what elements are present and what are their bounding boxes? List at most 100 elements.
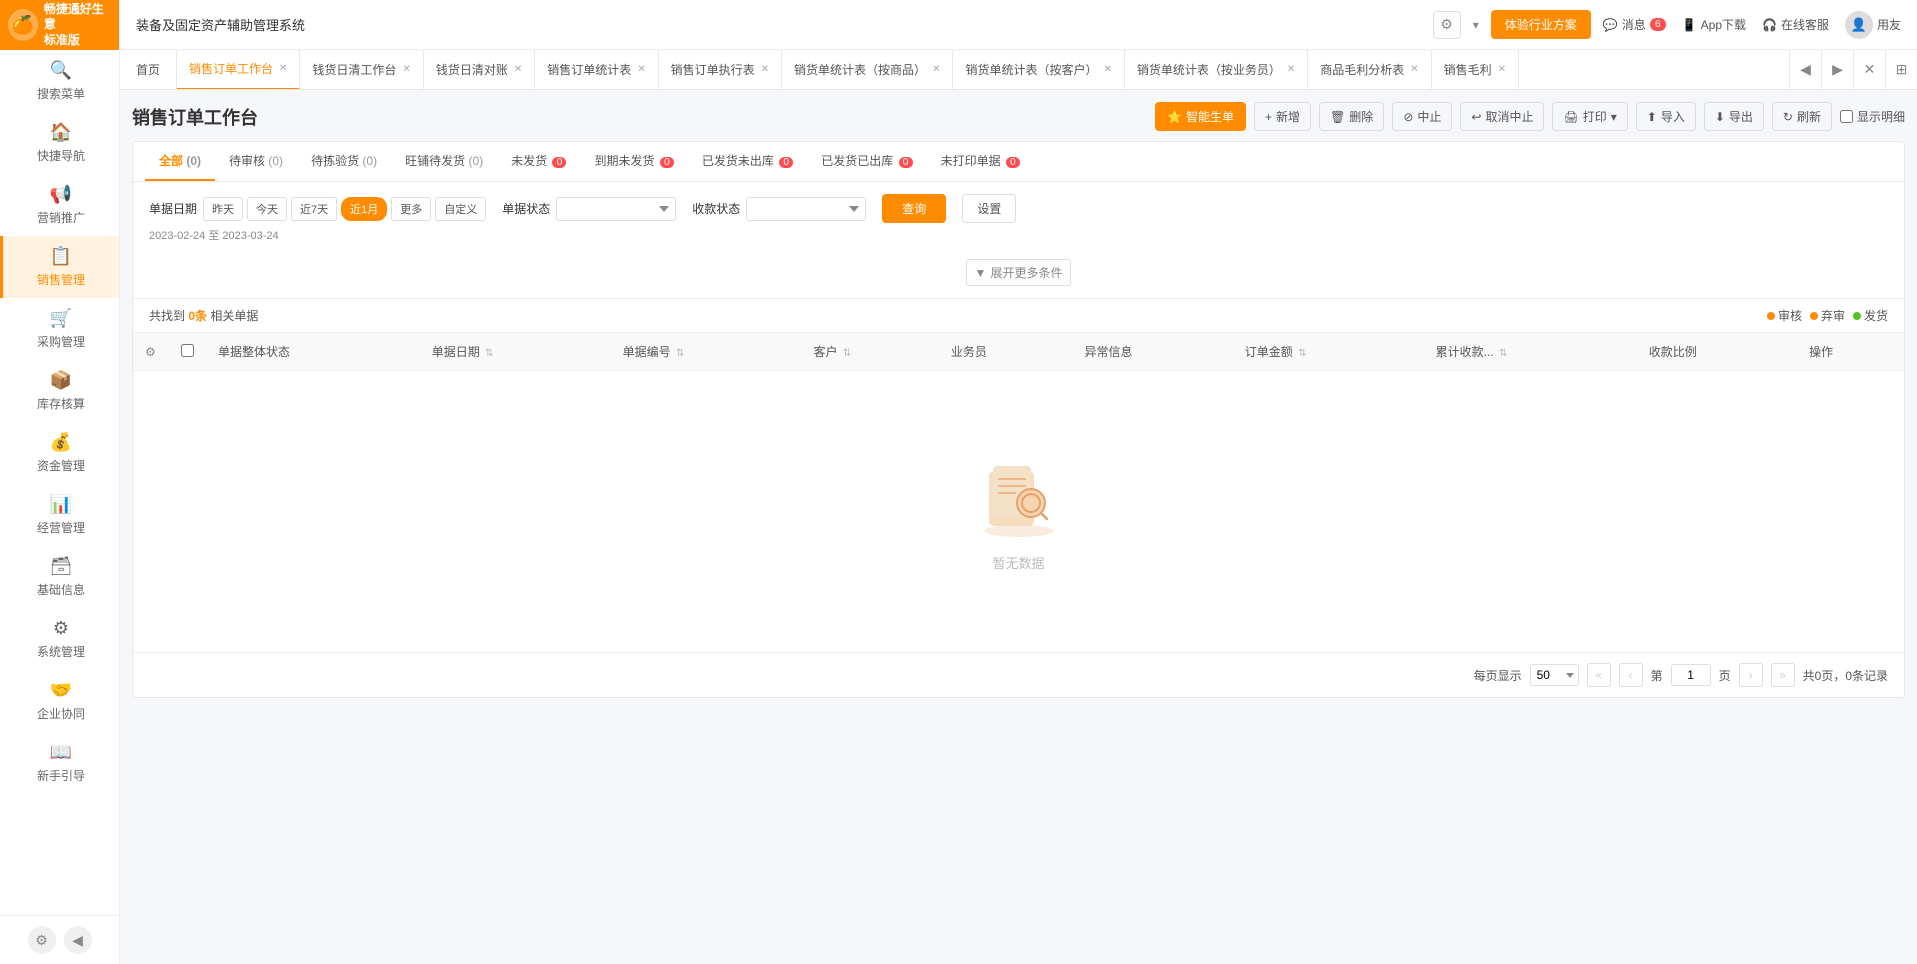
industry-btn[interactable]: 体验行业方案 (1491, 10, 1591, 39)
date-last1m-btn[interactable]: 近1月 (341, 197, 387, 221)
stop-btn[interactable]: ⊘ 中止 (1392, 102, 1452, 131)
select-all-checkbox[interactable] (181, 344, 194, 357)
refresh-btn[interactable]: ↻ 刷新 (1772, 102, 1832, 131)
sidebar-item-marketing[interactable]: 📢 营销推广 (0, 174, 119, 236)
tab-sales-workbench-close[interactable]: ✕ (279, 63, 287, 74)
tab-sales-by-customer[interactable]: 销货单统计表（按客户） ✕ (953, 50, 1124, 90)
filter-tab-wangpu[interactable]: 旺铺待发货 (0) (391, 142, 497, 181)
tab-cash-daily[interactable]: 钱货日清工作台 ✕ (300, 50, 423, 90)
tab-sales-earn-close[interactable]: ✕ (1498, 64, 1506, 75)
tab-cash-daily-close[interactable]: ✕ (402, 64, 410, 75)
sidebar-item-system[interactable]: ⚙ 系统管理 (0, 608, 119, 670)
th-abnormal: 异常信息 (1072, 333, 1232, 371)
user-item[interactable]: 👤 用友 (1845, 11, 1901, 39)
next-page-btn[interactable]: › (1739, 663, 1763, 687)
sidebar-label-system: 系统管理 (37, 643, 85, 660)
tab-close-all-btn[interactable]: ✕ (1853, 50, 1885, 90)
tab-next-btn[interactable]: ▶ (1821, 50, 1853, 90)
tab-cash-reconcile[interactable]: 钱货日清对账 ✕ (424, 50, 535, 90)
unreviewed-action-btn[interactable]: 弃审 (1810, 307, 1845, 324)
filter-status-select[interactable] (556, 197, 676, 221)
tab-sales-by-staff[interactable]: 销货单统计表（按业务员） ✕ (1125, 50, 1308, 90)
query-btn[interactable]: 查询 (882, 194, 946, 223)
sidebar-footer: ⚙ ◀ (0, 915, 119, 964)
filter-tab-pending-inspect[interactable]: 待拣验货 (0) (297, 142, 391, 181)
import-btn[interactable]: ⬆ 导入 (1636, 102, 1696, 131)
delete-btn[interactable]: 🗑 删除 (1319, 102, 1384, 131)
filter-tab-shipped-not-out[interactable]: 已发货未出库 0 (688, 142, 807, 181)
tab-sales-workbench[interactable]: 销售订单工作台 ✕ (177, 50, 300, 90)
tab-sales-stats-close[interactable]: ✕ (637, 64, 645, 75)
print-label: 打印 (1583, 108, 1607, 125)
tab-sales-by-staff-close[interactable]: ✕ (1287, 64, 1295, 75)
tab-gross-profit[interactable]: 商品毛利分析表 ✕ (1308, 50, 1431, 90)
sidebar-item-guide[interactable]: 📖 新手引导 (0, 732, 119, 794)
print-btn[interactable]: 🖨 打印 ▾ (1552, 102, 1627, 131)
sidebar-item-enterprise[interactable]: 🤝 企业协同 (0, 670, 119, 732)
date-last7-btn[interactable]: 近7天 (291, 197, 337, 221)
gear-icon[interactable]: ⚙ (145, 345, 156, 359)
th-collected-sort[interactable]: ⇅ (1499, 348, 1507, 359)
collapse-icon[interactable]: ◀ (64, 926, 92, 954)
tab-sales-by-product[interactable]: 销货单统计表（按商品） ✕ (782, 50, 953, 90)
tab-prev-btn[interactable]: ◀ (1789, 50, 1821, 90)
ship-action-btn[interactable]: 发货 (1853, 307, 1888, 324)
th-number-sort[interactable]: ⇅ (676, 348, 684, 359)
tab-sales-by-customer-close[interactable]: ✕ (1103, 64, 1111, 75)
app-download-item[interactable]: 📱 App下载 (1682, 16, 1746, 33)
tab-cash-reconcile-close[interactable]: ✕ (514, 64, 522, 75)
sidebar-item-finance[interactable]: 💰 资金管理 (0, 422, 119, 484)
smart-gen-btn[interactable]: ⭐ 智能生单 (1155, 102, 1246, 131)
filter-tab-shipped-out[interactable]: 已发货已出库 0 (807, 142, 926, 181)
tab-sales-stats[interactable]: 销售订单统计表 ✕ (535, 50, 658, 90)
per-page-select[interactable]: 50 20 100 (1530, 664, 1579, 686)
message-icon-item[interactable]: 💬 消息 6 (1603, 16, 1666, 33)
sidebar-item-purchase[interactable]: 🛒 采购管理 (0, 298, 119, 360)
date-more-btn[interactable]: 更多 (391, 197, 431, 221)
header-dropdown-btn[interactable]: ▾ (1473, 18, 1479, 32)
tab-home[interactable]: 首页 (120, 50, 177, 90)
page-input[interactable] (1671, 664, 1711, 686)
tab-sales-by-product-close[interactable]: ✕ (932, 64, 940, 75)
sidebar-item-sales[interactable]: 📋 销售管理 (0, 236, 119, 298)
date-yesterday-btn[interactable]: 昨天 (203, 197, 243, 221)
cancel-stop-btn[interactable]: ↩ 取消中止 (1460, 102, 1544, 131)
show-detail-checkbox[interactable] (1840, 110, 1853, 123)
sidebar-item-basic[interactable]: 🗃 基础信息 (0, 546, 119, 608)
tab-sales-earn[interactable]: 销售毛利 ✕ (1432, 50, 1519, 90)
sidebar-icon-search: 🔍 (50, 60, 72, 81)
sidebar-item-inventory[interactable]: 📦 库存核算 (0, 360, 119, 422)
add-btn[interactable]: + 新增 (1254, 102, 1311, 131)
tab-expand-btn[interactable]: ⊞ (1885, 50, 1917, 90)
filter-tab-pending-review[interactable]: 待审核 (0) (215, 142, 297, 181)
date-custom-btn[interactable]: 自定义 (435, 197, 486, 221)
filter-tab-all[interactable]: 全部 (0) (145, 142, 215, 181)
filter-payment-select[interactable] (746, 197, 866, 221)
filter-tab-not-printed[interactable]: 未打印单据 0 (927, 142, 1034, 181)
sidebar-item-quick-nav[interactable]: 🏠 快捷导航 (0, 112, 119, 174)
tab-gross-profit-close[interactable]: ✕ (1410, 64, 1418, 75)
first-page-btn[interactable]: « (1587, 663, 1611, 687)
th-amount-label: 订单金额 (1245, 345, 1293, 359)
tab-sales-exec[interactable]: 销售订单执行表 ✕ (659, 50, 782, 90)
filter-tab-overdue[interactable]: 到期未发货 0 (580, 142, 687, 181)
header-gear-btn[interactable]: ⚙ (1433, 11, 1461, 39)
online-service-item[interactable]: 🎧 在线客服 (1762, 16, 1829, 33)
tab-sales-exec-close[interactable]: ✕ (761, 64, 769, 75)
th-customer-sort[interactable]: ⇅ (843, 348, 851, 359)
prev-page-btn[interactable]: ‹ (1619, 663, 1643, 687)
export-btn[interactable]: ⬇ 导出 (1704, 102, 1764, 131)
sidebar-item-search[interactable]: 🔍 搜索菜单 (0, 50, 119, 112)
sidebar-item-operations[interactable]: 📊 经营管理 (0, 484, 119, 546)
table-top-actions: 审核 弃审 发货 (1767, 307, 1888, 324)
settings-icon[interactable]: ⚙ (28, 926, 56, 954)
filter-tab-wangpu-label: 旺铺待发货 (405, 154, 465, 168)
filter-tab-not-shipped[interactable]: 未发货 0 (497, 142, 580, 181)
date-today-btn[interactable]: 今天 (247, 197, 287, 221)
th-amount-sort[interactable]: ⇅ (1298, 348, 1306, 359)
th-date-sort[interactable]: ⇅ (485, 348, 493, 359)
last-page-btn[interactable]: » (1771, 663, 1795, 687)
review-action-btn[interactable]: 审核 (1767, 307, 1802, 324)
expand-conditions-btn[interactable]: ▼ 展开更多条件 (966, 259, 1072, 286)
set-btn[interactable]: 设置 (962, 194, 1016, 223)
